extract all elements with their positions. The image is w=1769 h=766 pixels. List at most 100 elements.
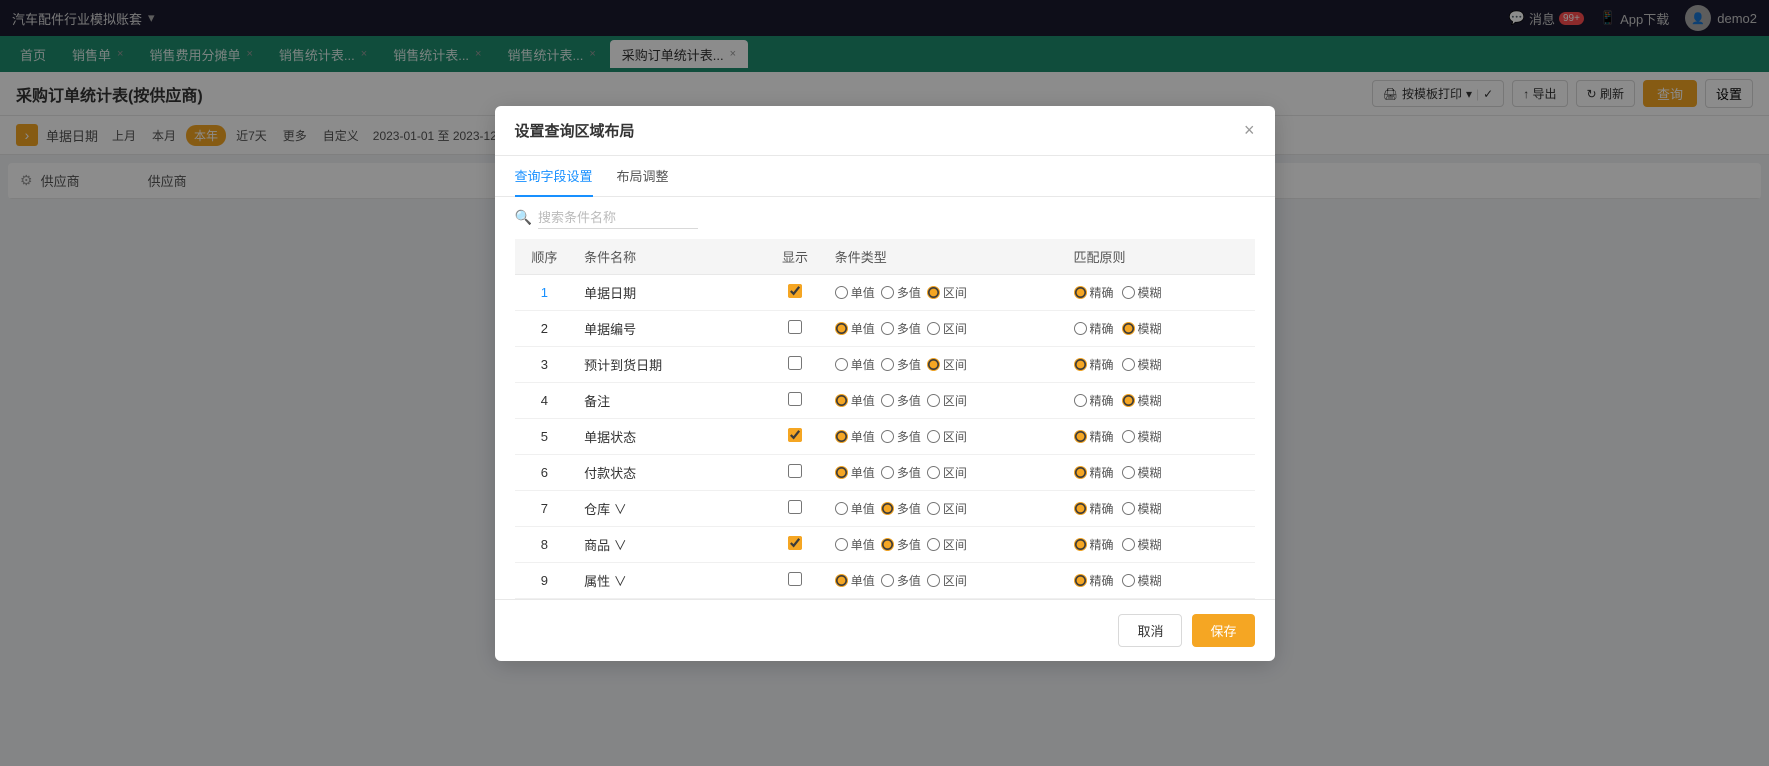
type-radio-区间[interactable]: 区间 bbox=[927, 392, 967, 409]
type-radio-单值[interactable]: 单值 bbox=[835, 500, 875, 517]
match-radio-精确[interactable]: 精确 bbox=[1074, 284, 1114, 301]
display-checkbox[interactable] bbox=[788, 464, 802, 478]
match-radio-精确[interactable]: 精确 bbox=[1074, 500, 1114, 517]
match-cell: 精确模糊 bbox=[1064, 562, 1255, 598]
dialog-title: 设置查询区域布局 bbox=[515, 120, 635, 141]
type-radio-单值[interactable]: 单值 bbox=[835, 356, 875, 373]
type-radio-单值[interactable]: 单值 bbox=[835, 536, 875, 553]
match-radio-模糊[interactable]: 模糊 bbox=[1122, 392, 1162, 409]
table-row: 6付款状态单值多值区间精确模糊 bbox=[515, 454, 1255, 490]
match-radio-模糊[interactable]: 模糊 bbox=[1122, 428, 1162, 445]
type-radio-单值[interactable]: 单值 bbox=[835, 572, 875, 589]
type-radio-区间[interactable]: 区间 bbox=[927, 500, 967, 517]
dialog-close-button[interactable]: × bbox=[1244, 121, 1255, 139]
type-radio-单值[interactable]: 单值 bbox=[835, 464, 875, 481]
tab-query-fields[interactable]: 查询字段设置 bbox=[515, 156, 593, 197]
display-cell[interactable] bbox=[765, 310, 825, 346]
match-radio-精确[interactable]: 精确 bbox=[1074, 464, 1114, 481]
table-row: 3预计到货日期单值多值区间精确模糊 bbox=[515, 346, 1255, 382]
table-row: 2单据编号 单值多值区间 精确模糊 bbox=[515, 310, 1255, 346]
order-cell: 7 bbox=[515, 490, 575, 526]
display-cell[interactable] bbox=[765, 274, 825, 310]
type-cell: 单值多值区间 bbox=[825, 382, 1064, 418]
order-cell: 5 bbox=[515, 418, 575, 454]
type-radio-区间[interactable]: 区间 bbox=[927, 356, 967, 373]
match-cell: 精确模糊 bbox=[1064, 310, 1255, 346]
display-checkbox[interactable] bbox=[788, 392, 802, 406]
type-radio-区间[interactable]: 区间 bbox=[927, 464, 967, 481]
type-radio-多值[interactable]: 多值 bbox=[881, 356, 921, 373]
name-cell: 属性 ∨ bbox=[574, 562, 765, 598]
match-radio-精确[interactable]: 精确 bbox=[1074, 536, 1114, 553]
type-radio-多值[interactable]: 多值 bbox=[881, 284, 921, 301]
display-cell[interactable] bbox=[765, 562, 825, 598]
match-radio-模糊[interactable]: 模糊 bbox=[1122, 284, 1162, 301]
match-radio-模糊[interactable]: 模糊 bbox=[1122, 572, 1162, 589]
type-radio-单值[interactable]: 单值 bbox=[835, 320, 875, 337]
dialog-tab-bar: 查询字段设置 布局调整 bbox=[495, 156, 1275, 197]
type-radio-多值[interactable]: 多值 bbox=[881, 392, 921, 409]
type-radio-区间[interactable]: 区间 bbox=[927, 320, 967, 337]
match-radio-精确[interactable]: 精确 bbox=[1074, 572, 1114, 589]
match-radio-模糊[interactable]: 模糊 bbox=[1122, 464, 1162, 481]
config-table-container: 顺序 条件名称 显示 条件类型 匹配原则 1单据日期单值多值区间精确模糊2单据编… bbox=[495, 239, 1275, 599]
type-radio-区间[interactable]: 区间 bbox=[927, 428, 967, 445]
table-row: 1单据日期单值多值区间精确模糊 bbox=[515, 274, 1255, 310]
match-radio-精确[interactable]: 精确 bbox=[1074, 356, 1114, 373]
match-radio-模糊[interactable]: 模糊 bbox=[1122, 356, 1162, 373]
cancel-button[interactable]: 取消 bbox=[1118, 614, 1182, 647]
name-cell: 单据状态 bbox=[574, 418, 765, 454]
condition-search-input[interactable] bbox=[538, 207, 698, 229]
display-cell[interactable] bbox=[765, 526, 825, 562]
order-cell: 2 bbox=[515, 310, 575, 346]
display-checkbox[interactable] bbox=[788, 284, 802, 298]
display-checkbox[interactable] bbox=[788, 356, 802, 370]
type-radio-单值[interactable]: 单值 bbox=[835, 392, 875, 409]
dialog-header: 设置查询区域布局 × bbox=[495, 106, 1275, 156]
match-radio-精确[interactable]: 精确 bbox=[1074, 320, 1114, 337]
table-head: 顺序 条件名称 显示 条件类型 匹配原则 bbox=[515, 239, 1255, 275]
table-row: 4备注单值多值区间精确模糊 bbox=[515, 382, 1255, 418]
table-row: 5单据状态 单值多值区间 精确模糊 bbox=[515, 418, 1255, 454]
save-button[interactable]: 保存 bbox=[1192, 614, 1254, 647]
table-row: 8商品 ∨单值多值区间精确模糊 bbox=[515, 526, 1255, 562]
display-cell[interactable] bbox=[765, 454, 825, 490]
display-cell[interactable] bbox=[765, 490, 825, 526]
type-radio-单值[interactable]: 单值 bbox=[835, 284, 875, 301]
display-cell[interactable] bbox=[765, 382, 825, 418]
type-radio-区间[interactable]: 区间 bbox=[927, 536, 967, 553]
type-radio-多值[interactable]: 多值 bbox=[881, 428, 921, 445]
match-radio-精确[interactable]: 精确 bbox=[1074, 392, 1114, 409]
display-checkbox[interactable] bbox=[788, 500, 802, 514]
display-checkbox[interactable] bbox=[788, 572, 802, 586]
match-cell: 精确模糊 bbox=[1064, 526, 1255, 562]
match-radio-模糊[interactable]: 模糊 bbox=[1122, 500, 1162, 517]
type-radio-单值[interactable]: 单值 bbox=[835, 428, 875, 445]
match-radio-模糊[interactable]: 模糊 bbox=[1122, 320, 1162, 337]
type-radio-多值[interactable]: 多值 bbox=[881, 500, 921, 517]
type-radio-多值[interactable]: 多值 bbox=[881, 320, 921, 337]
match-radio-模糊[interactable]: 模糊 bbox=[1122, 536, 1162, 553]
type-radio-区间[interactable]: 区间 bbox=[927, 572, 967, 589]
col-order: 顺序 bbox=[515, 239, 575, 275]
order-cell: 1 bbox=[515, 274, 575, 310]
order-cell: 8 bbox=[515, 526, 575, 562]
match-radio-精确[interactable]: 精确 bbox=[1074, 428, 1114, 445]
match-cell: 精确模糊 bbox=[1064, 490, 1255, 526]
tab-layout-adjust[interactable]: 布局调整 bbox=[617, 156, 669, 197]
display-checkbox[interactable] bbox=[788, 320, 802, 334]
type-radio-多值[interactable]: 多值 bbox=[881, 572, 921, 589]
display-cell[interactable] bbox=[765, 418, 825, 454]
type-cell: 单值多值区间 bbox=[825, 490, 1064, 526]
type-cell: 单值多值区间 bbox=[825, 454, 1064, 490]
display-cell[interactable] bbox=[765, 346, 825, 382]
type-radio-多值[interactable]: 多值 bbox=[881, 536, 921, 553]
col-name: 条件名称 bbox=[574, 239, 765, 275]
display-checkbox[interactable] bbox=[788, 428, 802, 442]
display-checkbox[interactable] bbox=[788, 536, 802, 550]
type-radio-多值[interactable]: 多值 bbox=[881, 464, 921, 481]
name-cell: 单据编号 bbox=[574, 310, 765, 346]
type-radio-区间[interactable]: 区间 bbox=[927, 284, 967, 301]
col-type: 条件类型 bbox=[825, 239, 1064, 275]
match-cell: 精确模糊 bbox=[1064, 274, 1255, 310]
